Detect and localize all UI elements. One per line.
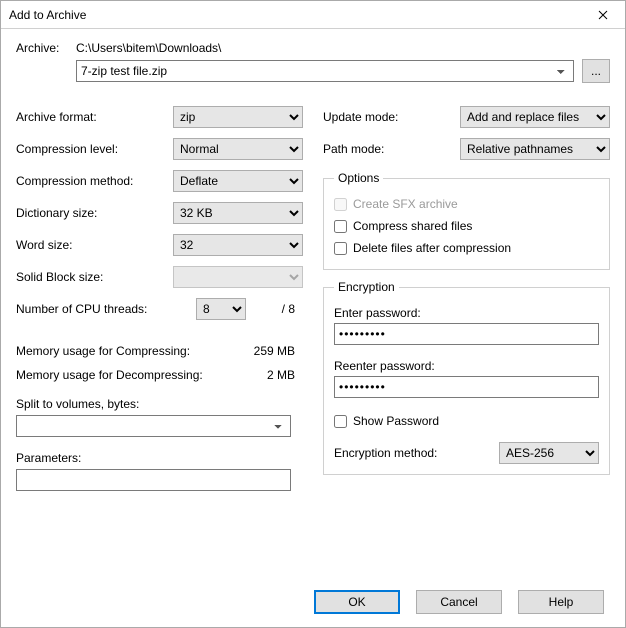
cancel-button[interactable]: Cancel [416, 590, 502, 614]
parameters-label: Parameters: [16, 451, 303, 465]
compression-level-select[interactable]: Normal [173, 138, 303, 160]
mem-compress-value: 259 MB [254, 344, 295, 358]
compress-shared-label: Compress shared files [353, 219, 472, 233]
options-group: Options Create SFX archive Compress shar… [323, 171, 610, 270]
dictionary-size-select[interactable]: 32 KB [173, 202, 303, 224]
split-volumes-label: Split to volumes, bytes: [16, 397, 303, 411]
delete-after-checkbox[interactable] [334, 242, 347, 255]
compress-shared-row[interactable]: Compress shared files [334, 215, 599, 237]
mem-decompress-value: 2 MB [267, 368, 295, 382]
encryption-method-select[interactable]: AES-256 [499, 442, 599, 464]
compression-method-select[interactable]: Deflate [173, 170, 303, 192]
delete-after-row[interactable]: Delete files after compression [334, 237, 599, 259]
options-legend: Options [334, 171, 383, 185]
help-button[interactable]: Help [518, 590, 604, 614]
delete-after-label: Delete files after compression [353, 241, 511, 255]
sfx-checkbox-row: Create SFX archive [334, 193, 599, 215]
show-password-checkbox[interactable] [334, 415, 347, 428]
browse-label: ... [591, 64, 601, 78]
close-icon [598, 10, 608, 20]
archive-label: Archive: [16, 41, 76, 55]
word-size-select[interactable]: 32 [173, 234, 303, 256]
cpu-threads-label: Number of CPU threads: [16, 302, 196, 316]
path-mode-select[interactable]: Relative pathnames [460, 138, 610, 160]
sfx-checkbox [334, 198, 347, 211]
archive-format-label: Archive format: [16, 110, 173, 124]
compress-shared-checkbox[interactable] [334, 220, 347, 233]
archive-path: C:\Users\bitem\Downloads\ [76, 41, 221, 55]
compression-method-label: Compression method: [16, 174, 173, 188]
compression-level-label: Compression level: [16, 142, 173, 156]
titlebar: Add to Archive [1, 1, 625, 29]
dictionary-size-label: Dictionary size: [16, 206, 173, 220]
window-title: Add to Archive [9, 8, 86, 22]
reenter-password-label: Reenter password: [334, 359, 599, 373]
encryption-method-label: Encryption method: [334, 446, 499, 460]
solid-block-size-label: Solid Block size: [16, 270, 173, 284]
mem-compress-label: Memory usage for Compressing: [16, 344, 190, 358]
update-mode-select[interactable]: Add and replace files [460, 106, 610, 128]
word-size-label: Word size: [16, 238, 173, 252]
solid-block-size-select [173, 266, 303, 288]
split-volumes-combo[interactable] [16, 415, 291, 437]
close-button[interactable] [583, 2, 623, 28]
enter-password-label: Enter password: [334, 306, 599, 320]
archive-format-select[interactable]: zip [173, 106, 303, 128]
sfx-label: Create SFX archive [353, 197, 458, 211]
browse-button[interactable]: ... [582, 59, 610, 83]
archive-filename-combo[interactable]: 7-zip test file.zip [76, 60, 574, 82]
encryption-group: Encryption Enter password: Reenter passw… [323, 280, 610, 475]
encryption-legend: Encryption [334, 280, 399, 294]
update-mode-label: Update mode: [323, 110, 460, 124]
dialog-footer: OK Cancel Help [0, 590, 626, 614]
ok-button[interactable]: OK [314, 590, 400, 614]
show-password-row[interactable]: Show Password [334, 410, 599, 432]
show-password-label: Show Password [353, 414, 439, 428]
parameters-input[interactable] [16, 469, 291, 491]
path-mode-label: Path mode: [323, 142, 460, 156]
cpu-threads-total: / 8 [282, 302, 303, 316]
cpu-threads-select[interactable]: 8 [196, 298, 246, 320]
reenter-password-input[interactable] [334, 376, 599, 398]
enter-password-input[interactable] [334, 323, 599, 345]
mem-decompress-label: Memory usage for Decompressing: [16, 368, 203, 382]
